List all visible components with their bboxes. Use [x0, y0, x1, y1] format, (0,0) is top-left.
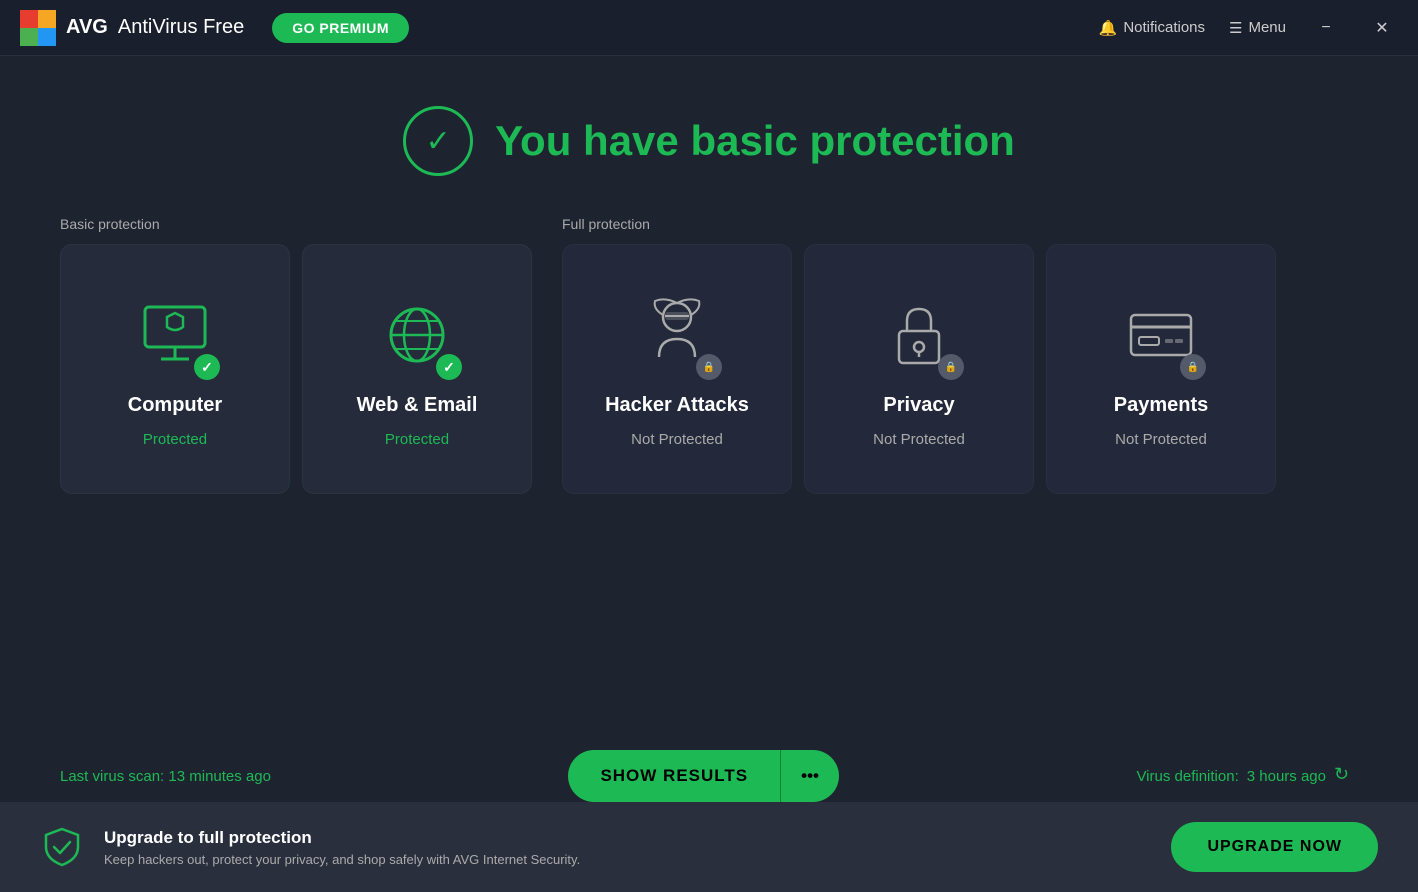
payments-icon-area: 🔒: [1116, 290, 1206, 380]
basic-cards-row: ✓ Computer Protected: [60, 244, 532, 494]
show-results-group: SHOW RESULTS •••: [568, 750, 839, 802]
titlebar: AVG AntiVirus Free GO PREMIUM 🔔 Notifica…: [0, 0, 1418, 56]
go-premium-button[interactable]: GO PREMIUM: [272, 13, 409, 43]
hacker-attacks-card-title: Hacker Attacks: [605, 394, 749, 417]
upgrade-description: Keep hackers out, protect your privacy, …: [104, 852, 1151, 867]
hacker-icon-area: 🔒: [632, 290, 722, 380]
privacy-card-title: Privacy: [883, 394, 954, 417]
hacker-attacks-card-status: Not Protected: [631, 431, 723, 448]
minimize-button[interactable]: −: [1310, 12, 1342, 44]
web-email-card[interactable]: ✓ Web & Email Protected: [302, 244, 532, 494]
basic-section-label: Basic protection: [60, 216, 532, 232]
avg-logo-icon: [20, 10, 56, 46]
full-cards-row: 🔒 Hacker Attacks Not Protected: [562, 244, 1358, 494]
close-button[interactable]: ✕: [1366, 12, 1398, 44]
web-email-card-status: Protected: [385, 431, 449, 448]
virus-definition-info: Virus definition: 3 hours ago ↻: [1136, 764, 1358, 788]
computer-icon-area: ✓: [130, 290, 220, 380]
web-email-badge: ✓: [436, 354, 462, 380]
payments-card-status: Not Protected: [1115, 431, 1207, 448]
checkmark-icon: ✓: [426, 124, 451, 159]
computer-card[interactable]: ✓ Computer Protected: [60, 244, 290, 494]
hacker-badge: 🔒: [696, 354, 722, 380]
payments-badge: 🔒: [1180, 354, 1206, 380]
upgrade-now-button[interactable]: UPGRADE NOW: [1171, 822, 1378, 872]
computer-card-status: Protected: [143, 431, 207, 448]
privacy-card[interactable]: 🔒 Privacy Not Protected: [804, 244, 1034, 494]
avg-text: AVG: [66, 16, 108, 39]
last-scan-info: Last virus scan: 13 minutes ago: [60, 768, 271, 785]
app-title: AntiVirus Free: [118, 16, 244, 39]
payments-card[interactable]: 🔒 Payments Not Protected: [1046, 244, 1276, 494]
main-content: ✓ You have basic protection Basic protec…: [0, 56, 1418, 802]
status-circle: ✓: [403, 106, 473, 176]
show-results-button[interactable]: SHOW RESULTS: [568, 750, 780, 802]
titlebar-right: 🔔 Notifications ☰ Menu − ✕: [1099, 12, 1398, 44]
web-email-card-title: Web & Email: [357, 394, 478, 417]
privacy-card-status: Not Protected: [873, 431, 965, 448]
notifications-button[interactable]: 🔔 Notifications: [1099, 19, 1205, 37]
bottom-scan-bar: Last virus scan: 13 minutes ago SHOW RES…: [0, 750, 1418, 802]
basic-protection-section: Basic protection ✓ Computer: [60, 216, 532, 494]
privacy-badge: 🔒: [938, 354, 964, 380]
bell-icon: 🔔: [1099, 19, 1118, 37]
more-options-button[interactable]: •••: [780, 750, 839, 802]
hamburger-icon: ☰: [1229, 19, 1242, 37]
privacy-icon-area: 🔒: [874, 290, 964, 380]
refresh-icon[interactable]: ↻: [1334, 764, 1358, 788]
logo-area: AVG AntiVirus Free GO PREMIUM: [20, 10, 409, 46]
upgrade-text-area: Upgrade to full protection Keep hackers …: [104, 828, 1151, 867]
full-section-label: Full protection: [562, 216, 1358, 232]
upgrade-title: Upgrade to full protection: [104, 828, 1151, 848]
status-headline: You have basic protection: [495, 117, 1015, 165]
hacker-attacks-card[interactable]: 🔒 Hacker Attacks Not Protected: [562, 244, 792, 494]
status-hero: ✓ You have basic protection: [60, 106, 1358, 176]
upgrade-footer: Upgrade to full protection Keep hackers …: [0, 802, 1418, 892]
menu-button[interactable]: ☰ Menu: [1229, 19, 1286, 37]
upgrade-shield-icon: [40, 825, 84, 869]
computer-badge: ✓: [194, 354, 220, 380]
web-email-icon-area: ✓: [372, 290, 462, 380]
protection-sections: Basic protection ✓ Computer: [60, 216, 1358, 494]
full-protection-section: Full protection: [562, 216, 1358, 494]
payments-card-title: Payments: [1114, 394, 1209, 417]
computer-card-title: Computer: [128, 394, 222, 417]
